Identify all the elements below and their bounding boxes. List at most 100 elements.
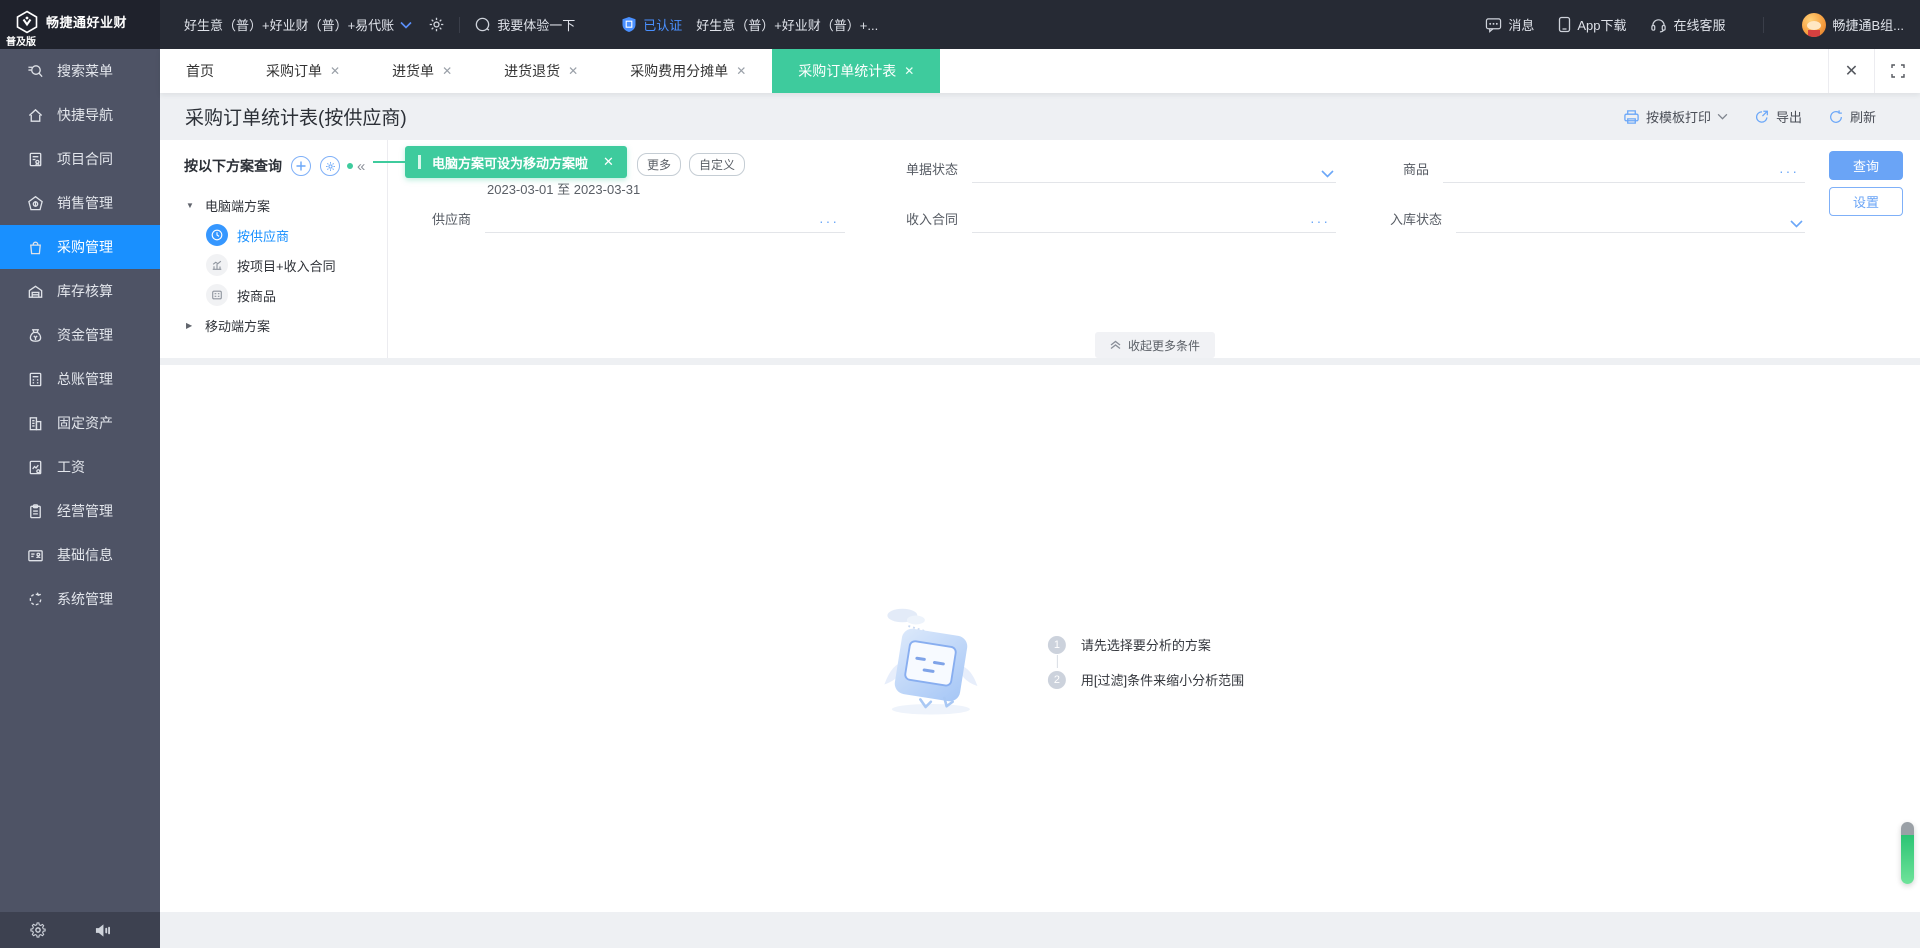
close-tab-icon[interactable]: ✕ [568,64,578,78]
tree-item-by-goods[interactable]: 按商品 [160,280,388,310]
sidebar-item-purchase[interactable]: 采购管理 [0,225,160,269]
sidebar-item-operation[interactable]: 经营管理 [0,489,160,533]
date-pill-custom[interactable]: 自定义 [689,153,746,176]
date-pill-more[interactable]: 更多 [637,153,682,176]
chevron-down-icon [400,21,412,29]
refresh-icon [1830,109,1842,123]
double-chevron-up-icon [1110,340,1121,350]
search-icon [28,64,43,77]
scheme-tree: ▼ 电脑端方案 按供应商 按项目+收入合同 按商品 ▶ 移动端方案 [160,190,388,340]
certified-products-text: 好生意（普）+好业财（普）+... [696,18,879,33]
sidebar-item-general-ledger[interactable]: 总账管理 [0,357,160,401]
tab-home[interactable]: 首页 [160,49,240,93]
tab-purchase-expense[interactable]: 采购费用分摊单 ✕ [604,49,772,93]
user-avatar [1802,12,1827,37]
sidebar-item-inventory[interactable]: 库存核算 [0,269,160,313]
sidebar-item-base-info[interactable]: 基础信息 [0,533,160,577]
scheme-tooltip: 电脑方案可设为移动方案啦 ✕ [373,146,627,178]
product-settings-gear-icon[interactable] [428,16,445,33]
mute-speaker-icon[interactable] [94,923,111,938]
doc-status-select[interactable] [972,156,1336,183]
caret-expanded-icon: ▼ [186,200,194,210]
export-button[interactable]: 导出 [1754,107,1802,126]
tab-incoming-goods[interactable]: 进货单 ✕ [366,49,478,93]
date-range-value[interactable]: 2023-03-01 至 2023-03-31 [487,179,640,198]
close-all-tabs-button[interactable]: ✕ [1828,49,1874,93]
close-tab-icon[interactable]: ✕ [736,64,746,78]
field-supplier: 供应商 ··· [432,206,845,233]
settings-button[interactable]: 设置 [1829,187,1903,216]
scheme-panel: 按以下方案查询 « ▼ 电脑端方案 按供应商 按项目+收入合同 按商品 ▶ 移动… [160,140,388,358]
close-tab-icon[interactable]: ✕ [442,64,452,78]
page-header: 采购订单统计表(按供应商) 按模板打印 导出 刷新 [160,93,1920,140]
page-title: 采购订单统计表(按供应商) [185,108,407,129]
tree-item-by-supplier[interactable]: 按供应商 [160,220,388,250]
salary-icon [29,460,42,474]
side-feedback-handle[interactable] [1901,822,1914,884]
sidebar-nav: 搜索菜单 快捷导航 项目合同 销售管理 采购管理 库存核算 资金管理 总账管理 … [0,49,160,948]
field-inbound-status: 入库状态 [1390,206,1805,233]
fullscreen-icon [1890,64,1905,78]
export-icon [1756,110,1768,123]
inbound-status-select[interactable] [1456,206,1805,233]
account-menu[interactable]: 畅捷通B组... [1802,12,1904,37]
collapse-more-conditions[interactable]: 收起更多条件 [1095,332,1216,358]
tooltip-close-icon[interactable]: ✕ [603,154,614,170]
hint-badge-1: 1 [1047,635,1066,654]
sidebar-item-sales[interactable]: 销售管理 [0,181,160,225]
tree-group-mobile[interactable]: ▶ 移动端方案 [160,310,388,340]
app-download-button[interactable]: App下载 [1558,15,1626,34]
brand-icon [14,9,40,35]
account-name: 畅捷通B组... [1832,18,1904,33]
contract-icon [29,152,42,166]
sidebar-item-quick-nav[interactable]: 快捷导航 [0,93,160,137]
experience-link[interactable]: 我要体验一下 [474,15,575,34]
experience-icon [475,17,490,32]
refresh-button[interactable]: 刷新 [1828,107,1876,126]
online-service-button[interactable]: 在线客服 [1650,15,1725,34]
product-switcher[interactable]: 好生意（普）+好业财（普）+易代账 [184,15,412,34]
collapse-panel-icon[interactable]: « [357,159,365,174]
list-scheme-icon [206,284,228,306]
printer-icon [1624,109,1639,124]
report-content-panel: 1 请先选择要分析的方案 2 用[过滤]条件来缩小分析范围 [160,365,1920,912]
query-button[interactable]: 查询 [1829,151,1903,180]
sidebar-item-funds[interactable]: 资金管理 [0,313,160,357]
sales-icon [28,195,43,210]
fullscreen-button[interactable] [1874,49,1920,93]
ellipsis-picker-icon[interactable]: ··· [819,214,839,228]
supplier-picker[interactable]: ··· [485,206,845,233]
ellipsis-picker-icon[interactable]: ··· [1779,164,1799,178]
close-tab-icon[interactable]: ✕ [904,64,914,78]
sidebar-item-search-menu[interactable]: 搜索菜单 [0,49,160,93]
id-card-icon [28,549,43,561]
main-area: 采购订单统计表(按供应商) 按模板打印 导出 刷新 按以下方案查询 « ▼ 电脑… [160,93,1920,948]
print-by-template-button[interactable]: 按模板打印 [1623,107,1728,126]
income-contract-picker[interactable]: ··· [972,206,1336,233]
ledger-icon [29,372,42,386]
top-bar: 畅捷通好业财 普及版 好生意（普）+好业财（普）+易代账 我要体验一下 已认证 … [0,0,1920,49]
goods-picker[interactable]: ··· [1443,156,1805,183]
settings-gear-icon[interactable] [30,922,46,938]
ellipsis-picker-icon[interactable]: ··· [1310,214,1330,228]
messages-button[interactable]: 消息 [1485,15,1534,34]
sidebar-item-salary[interactable]: 工资 [0,445,160,489]
brand-title: 畅捷通好业财 [46,15,128,30]
sidebar-item-system[interactable]: 系统管理 [0,577,160,621]
tooltip-accent-bar [418,155,421,169]
hint-badge-2: 2 [1047,670,1066,689]
sidebar-item-project-contract[interactable]: 项目合同 [0,137,160,181]
tree-group-pc[interactable]: ▼ 电脑端方案 [160,190,388,220]
add-scheme-button[interactable] [291,156,311,176]
scheme-settings-button[interactable] [320,156,340,176]
certified-badge[interactable]: 已认证 [621,15,682,34]
tree-item-by-project-contract[interactable]: 按项目+收入合同 [160,250,388,280]
sidebar-item-fixed-assets[interactable]: 固定资产 [0,401,160,445]
close-tab-icon[interactable]: ✕ [330,64,340,78]
empty-state-illustration [884,608,978,715]
tab-purchase-order-stats[interactable]: 采购订单统计表 ✕ [772,49,941,93]
field-goods: 商品 ··· [1403,156,1805,183]
tab-purchase-order[interactable]: 采购订单 ✕ [240,49,366,93]
tab-purchase-return[interactable]: 进货退货 ✕ [478,49,604,93]
gear-icon [325,161,335,171]
